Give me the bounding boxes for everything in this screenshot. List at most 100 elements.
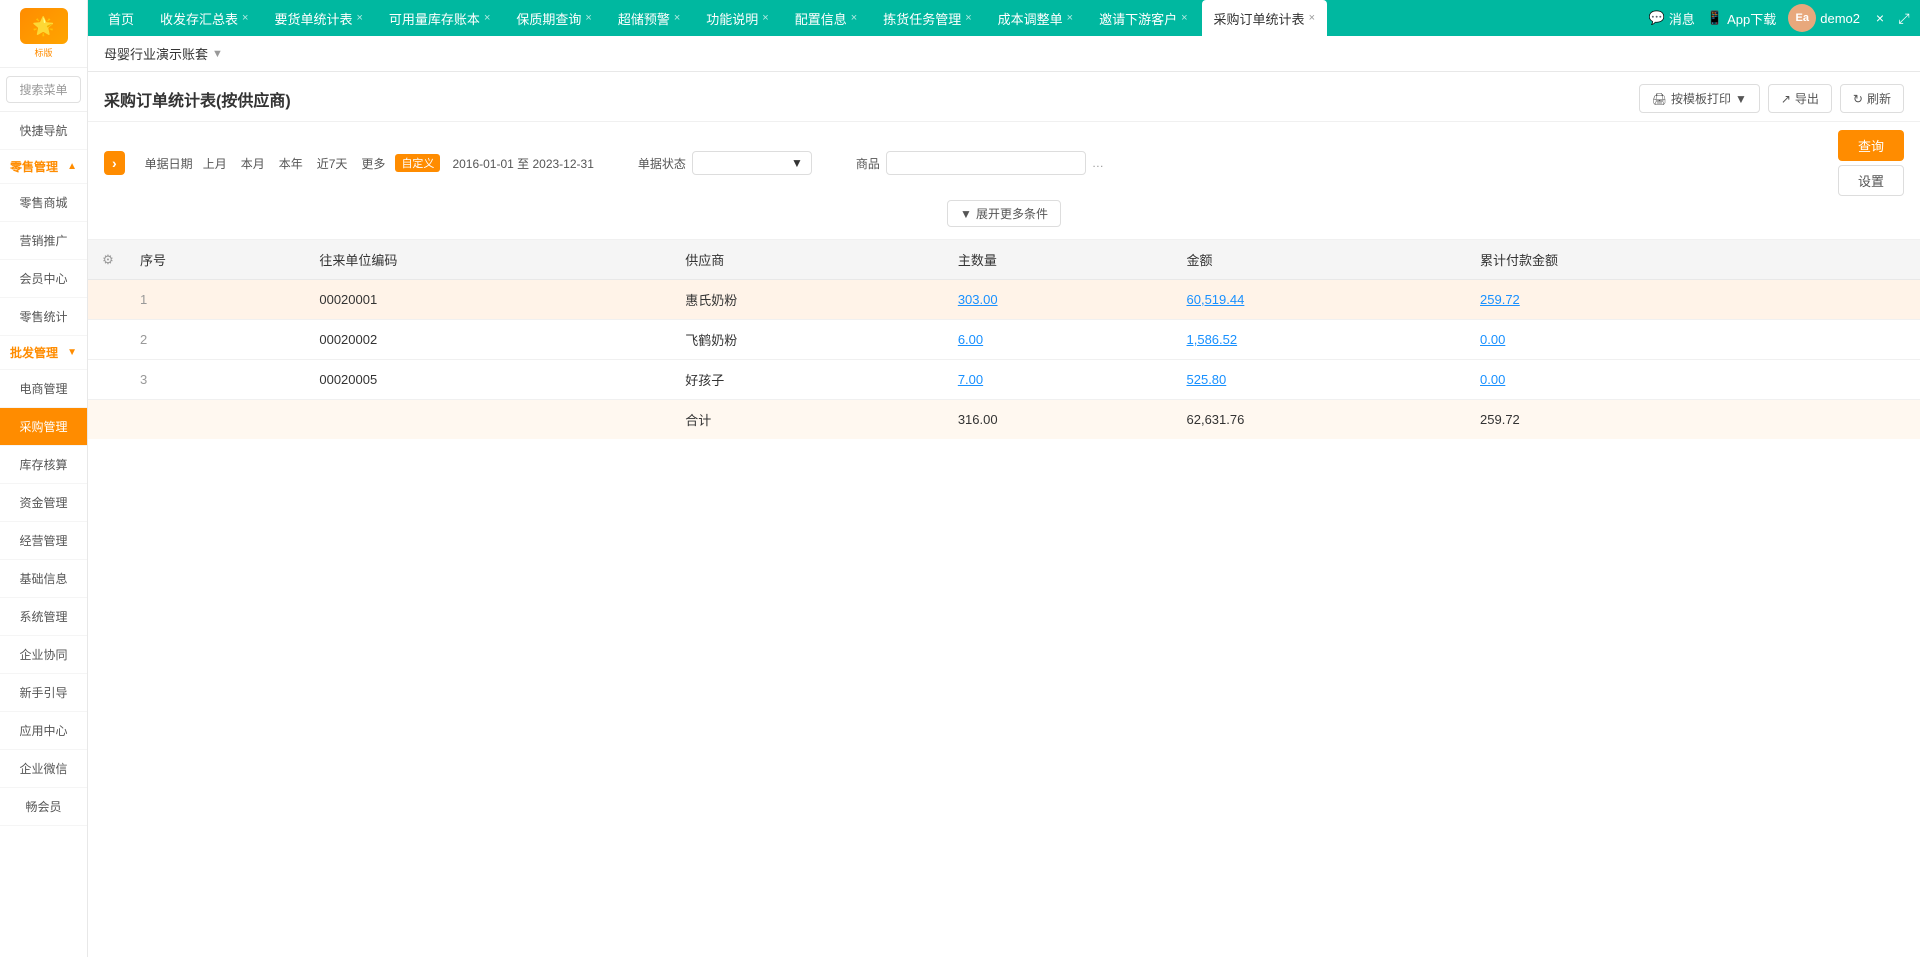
- close-icon[interactable]: ×: [851, 12, 857, 24]
- close-icon[interactable]: ×: [1067, 12, 1073, 24]
- sidebar-item-quick-nav[interactable]: 快捷导航: [0, 112, 87, 150]
- close-icon[interactable]: ×: [1309, 12, 1315, 24]
- export-button[interactable]: ↗ 导出: [1768, 84, 1832, 113]
- tab-label: 功能说明: [706, 9, 758, 28]
- td-amount[interactable]: 60,519.44: [1175, 280, 1469, 320]
- window-close-button[interactable]: ×: [1872, 10, 1888, 26]
- expand-conditions-button[interactable]: ▼ 展开更多条件: [947, 200, 1061, 227]
- chevron-down-icon: ▼: [212, 48, 223, 60]
- table-body: 1 00020001 惠氏奶粉 303.00 60,519.44 259.72 …: [88, 280, 1920, 400]
- tab-label: 成本调整单: [998, 9, 1063, 28]
- message-button[interactable]: 💬 消息: [1649, 9, 1695, 28]
- sidebar-item-finance[interactable]: 资金管理: [0, 484, 87, 522]
- sidebar-item-purchase[interactable]: 采购管理: [0, 408, 87, 446]
- download-icon: 📱: [1707, 10, 1723, 26]
- date-shortcut-last-month[interactable]: 上月: [199, 153, 231, 174]
- sidebar-item-retail[interactable]: 零售管理 ▲: [0, 150, 87, 184]
- date-filter-group: 单据日期 上月 本月 本年 近7天 更多 自定义: [145, 153, 441, 174]
- refresh-button[interactable]: ↻ 刷新: [1840, 84, 1904, 113]
- tab-inventory-ledger[interactable]: 可用量库存账本 ×: [377, 0, 502, 36]
- tab-label: 超储预警: [618, 9, 670, 28]
- tab-function-desc[interactable]: 功能说明 ×: [694, 0, 780, 36]
- td-amount[interactable]: 525.80: [1175, 360, 1469, 400]
- td-main-qty[interactable]: 6.00: [946, 320, 1175, 360]
- filter-settings-button[interactable]: 设置: [1838, 165, 1904, 196]
- sidebar-expand-button[interactable]: ›: [104, 151, 125, 175]
- td-paid-amount[interactable]: 259.72: [1468, 280, 1834, 320]
- sidebar-item-retail-shop[interactable]: 零售商城: [0, 184, 87, 222]
- more-icon[interactable]: …: [1092, 156, 1104, 170]
- tab-config-info[interactable]: 配置信息 ×: [783, 0, 869, 36]
- td-main-qty[interactable]: 303.00: [946, 280, 1175, 320]
- close-icon[interactable]: ×: [356, 12, 362, 24]
- tab-label: 保质期查询: [516, 9, 581, 28]
- sidebar-item-system[interactable]: 系统管理: [0, 598, 87, 636]
- tab-order-stats[interactable]: 要货单统计表 ×: [262, 0, 374, 36]
- sidebar-item-label: 电商管理: [19, 380, 67, 397]
- date-shortcut-7days[interactable]: 近7天: [313, 153, 352, 174]
- export-icon: ↗: [1781, 92, 1791, 106]
- date-shortcut-more[interactable]: 更多: [357, 153, 389, 174]
- td-paid-amount[interactable]: 0.00: [1468, 320, 1834, 360]
- status-select[interactable]: ▼: [692, 151, 812, 175]
- tab-label: 首页: [108, 9, 134, 28]
- chevron-right-icon: ›: [112, 155, 117, 171]
- td-amount[interactable]: 1,586.52: [1175, 320, 1469, 360]
- sidebar-item-wholesale[interactable]: 批发管理 ▼: [0, 336, 87, 370]
- th-settings: ⚙: [88, 240, 128, 280]
- tab-invite-downstream[interactable]: 邀请下游客户 ×: [1087, 0, 1199, 36]
- sidebar-item-operations[interactable]: 经营管理: [0, 522, 87, 560]
- sidebar-item-label: 批发管理: [10, 344, 58, 361]
- table-row: 1 00020001 惠氏奶粉 303.00 60,519.44 259.72: [88, 280, 1920, 320]
- tab-receive-summary[interactable]: 收发存汇总表 ×: [148, 0, 260, 36]
- td-main-qty[interactable]: 7.00: [946, 360, 1175, 400]
- close-icon[interactable]: ×: [484, 12, 490, 24]
- user-profile-button[interactable]: Ea demo2: [1788, 4, 1860, 32]
- date-custom-tag[interactable]: 自定义: [395, 154, 440, 172]
- sidebar-item-app-center[interactable]: 应用中心: [0, 712, 87, 750]
- filter-area: › 单据日期 上月 本月 本年 近7天 更多 自定义 2016-01-01 至 …: [88, 122, 1920, 240]
- sidebar-item-basic-info[interactable]: 基础信息: [0, 560, 87, 598]
- topbar-right: 💬 消息 📱 App下载 Ea demo2 × ⤢: [1649, 4, 1912, 32]
- avatar: Ea: [1788, 4, 1816, 32]
- account-selector[interactable]: 母婴行业演示账套 ▼: [104, 44, 223, 63]
- sidebar-item-new-guide[interactable]: 新手引导: [0, 674, 87, 712]
- close-icon[interactable]: ×: [762, 12, 768, 24]
- td-unit-code: 00020002: [307, 320, 673, 360]
- th-unit-code: 往来单位编码: [307, 240, 673, 280]
- close-icon[interactable]: ×: [585, 12, 591, 24]
- sidebar-item-enterprise-coop[interactable]: 企业协同: [0, 636, 87, 674]
- message-label: 消息: [1669, 9, 1695, 28]
- search-menu-button[interactable]: 搜索菜单: [6, 76, 81, 103]
- sidebar-item-inventory[interactable]: 库存核算: [0, 446, 87, 484]
- window-controls: × ⤢: [1872, 10, 1912, 26]
- close-icon[interactable]: ×: [965, 12, 971, 24]
- query-button[interactable]: 查询: [1838, 130, 1904, 161]
- td-paid-amount[interactable]: 0.00: [1468, 360, 1834, 400]
- tab-purchase-stats[interactable]: 采购订单统计表 ×: [1202, 0, 1327, 36]
- settings-icon[interactable]: ⚙: [102, 252, 114, 267]
- close-icon[interactable]: ×: [1181, 12, 1187, 24]
- filter-more-row: ▼ 展开更多条件: [104, 196, 1904, 231]
- date-shortcut-this-month[interactable]: 本月: [237, 153, 269, 174]
- tab-cost-adjust[interactable]: 成本调整单 ×: [986, 0, 1085, 36]
- tab-overstock-warning[interactable]: 超储预警 ×: [606, 0, 692, 36]
- sidebar-item-enterprise-wechat[interactable]: 企业微信: [0, 750, 87, 788]
- sidebar-item-marketing[interactable]: 营销推广: [0, 222, 87, 260]
- sidebar-item-ecommerce[interactable]: 电商管理: [0, 370, 87, 408]
- td-unit-code: 00020001: [307, 280, 673, 320]
- window-expand-button[interactable]: ⤢: [1896, 10, 1912, 26]
- th-spacer: [1834, 240, 1920, 280]
- close-icon[interactable]: ×: [242, 12, 248, 24]
- sidebar-item-retail-stats[interactable]: 零售统计: [0, 298, 87, 336]
- date-shortcut-this-year[interactable]: 本年: [275, 153, 307, 174]
- tab-pick-task[interactable]: 拣货任务管理 ×: [871, 0, 983, 36]
- close-icon[interactable]: ×: [674, 12, 680, 24]
- tab-home[interactable]: 首页: [96, 0, 146, 36]
- tab-expiry-query[interactable]: 保质期查询 ×: [504, 0, 603, 36]
- sidebar-item-membership[interactable]: 畅会员: [0, 788, 87, 826]
- sidebar-item-member[interactable]: 会员中心: [0, 260, 87, 298]
- app-download-button[interactable]: 📱 App下载: [1707, 9, 1776, 28]
- goods-input[interactable]: [886, 151, 1086, 175]
- template-print-button[interactable]: 🖨 按模板打印 ▼: [1639, 84, 1760, 113]
